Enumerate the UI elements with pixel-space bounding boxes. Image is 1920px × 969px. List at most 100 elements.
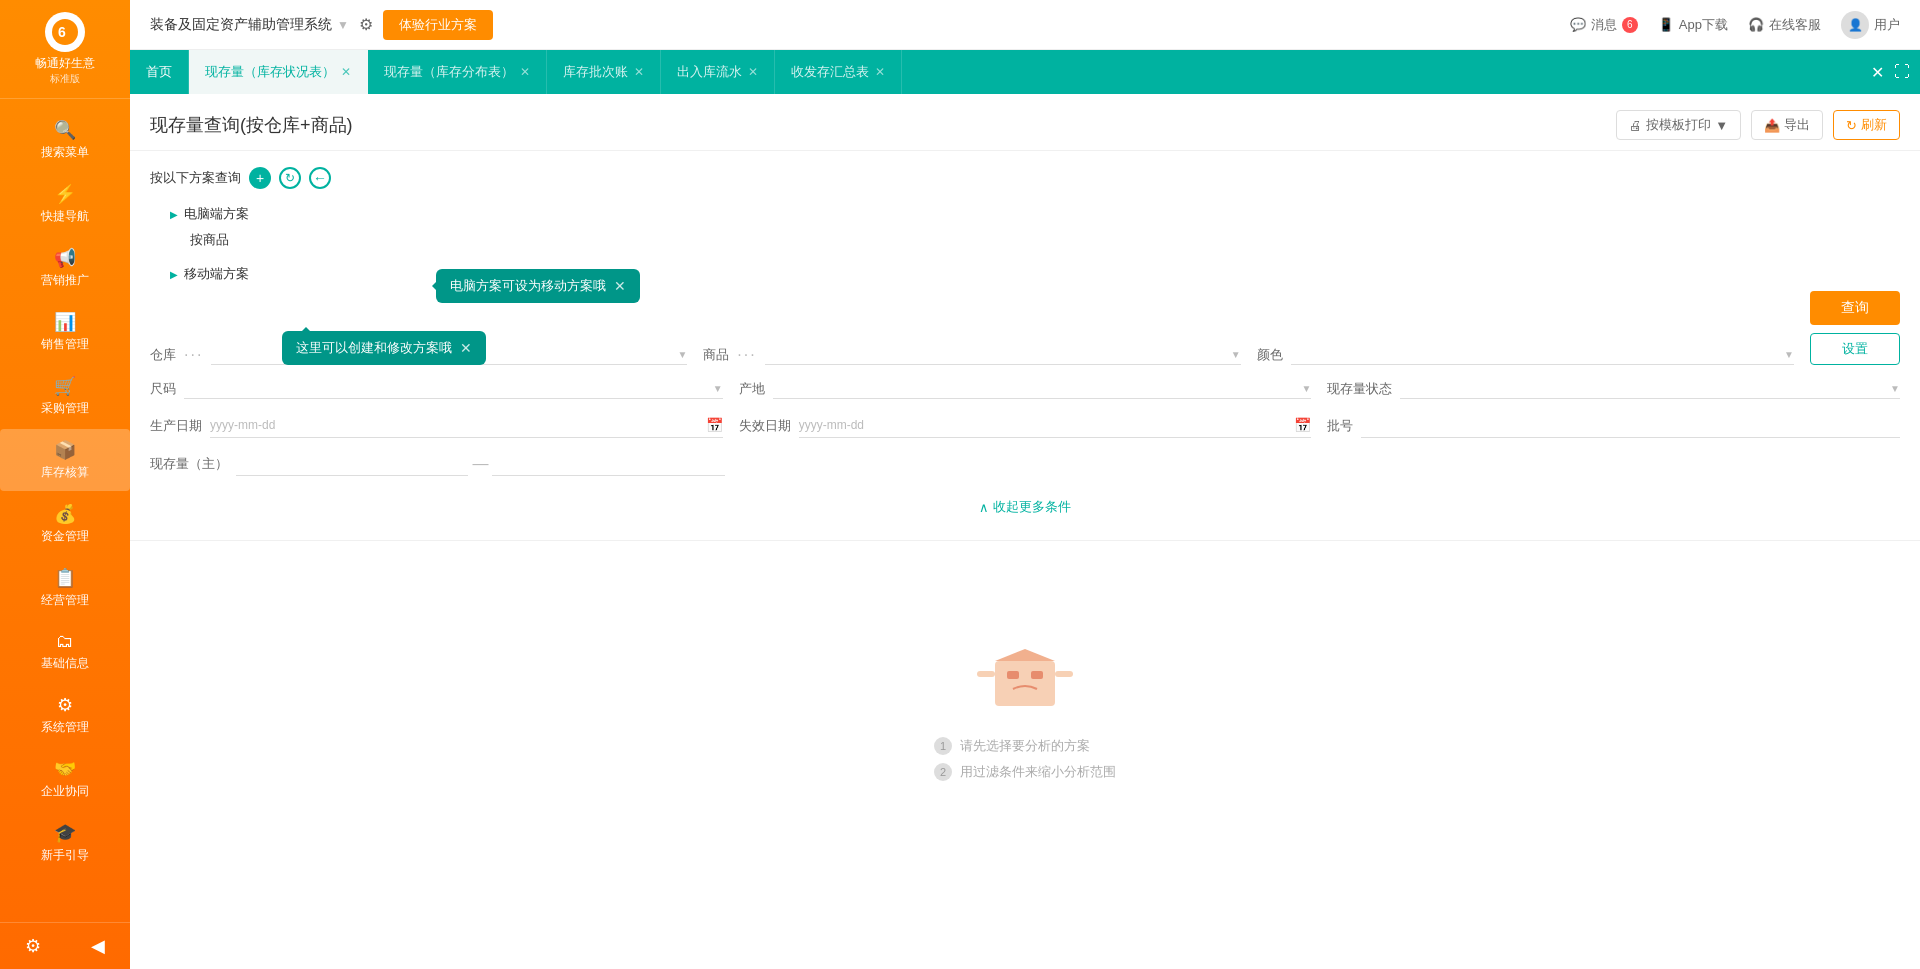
operations-icon: 📋 xyxy=(54,567,76,589)
tab-close-all-button[interactable]: ✕ xyxy=(1871,63,1884,82)
tab-close-icon[interactable]: ✕ xyxy=(341,65,351,79)
stock-status-dropdown-icon: ▼ xyxy=(1890,383,1900,394)
origin-select[interactable]: ▼ xyxy=(773,379,1312,399)
export-button[interactable]: 📤 导出 xyxy=(1751,110,1823,140)
search-button[interactable]: 查询 xyxy=(1810,291,1900,325)
tab-in-out-flow[interactable]: 出入库流水 ✕ xyxy=(661,50,775,94)
tab-inventory-status[interactable]: 现存量（库存状况表） ✕ xyxy=(189,50,368,94)
finance-icon: 💰 xyxy=(54,503,76,525)
user-menu-button[interactable]: 👤 用户 xyxy=(1841,11,1900,39)
collapse-label: 收起更多条件 xyxy=(993,498,1071,516)
inventory-icon: 📦 xyxy=(54,439,76,461)
product-select[interactable]: ▼ xyxy=(765,345,1241,365)
tab-inventory-dist[interactable]: 现存量（库存分布表） ✕ xyxy=(368,50,547,94)
filter-product: 商品 ··· ▼ xyxy=(703,345,1240,365)
filter-color: 颜色 ▼ xyxy=(1257,345,1794,365)
sidebar-item-sales[interactable]: 📊 销售管理 xyxy=(0,301,130,363)
desktop-scheme-item[interactable]: ▶ 电脑端方案 xyxy=(170,201,1900,227)
page-header: 现存量查询(按仓库+商品) 🖨 按模板打印 ▼ 📤 导出 ↻ 刷新 xyxy=(130,94,1920,151)
warehouse-dots: ··· xyxy=(184,346,203,364)
sidebar-item-enterprise[interactable]: 🤝 企业协同 xyxy=(0,748,130,810)
product-scheme-item[interactable]: 按商品 xyxy=(190,227,1900,253)
prod-date-input[interactable]: yyyy-mm-dd 📅 xyxy=(210,413,723,438)
template-print-button[interactable]: 🖨 按模板打印 ▼ xyxy=(1616,110,1741,140)
filter-back-button[interactable]: ← xyxy=(309,167,331,189)
product-scheme-label: 按商品 xyxy=(190,231,229,249)
system-title-dropdown[interactable]: 装备及固定资产辅助管理系统 ▼ xyxy=(150,16,349,34)
mobile-scheme-arrow-icon: ▶ xyxy=(170,269,178,280)
tooltip1-close-button[interactable]: ✕ xyxy=(614,278,626,294)
sidebar-item-operations[interactable]: 📋 经营管理 xyxy=(0,557,130,619)
sidebar-settings-button[interactable]: ⚙ xyxy=(25,935,41,957)
online-service-label: 在线客服 xyxy=(1769,16,1821,34)
refresh-button[interactable]: ↻ 刷新 xyxy=(1833,110,1900,140)
sidebar-item-marketing[interactable]: 📢 营销推广 xyxy=(0,237,130,299)
filter-batch-no: 批号 xyxy=(1327,414,1900,438)
tab-close-icon[interactable]: ✕ xyxy=(748,65,758,79)
app-name: 畅通好生意 xyxy=(35,56,95,72)
sidebar-item-basic-info[interactable]: 🗂 基础信息 xyxy=(0,621,130,682)
gear-settings-icon[interactable]: ⚙ xyxy=(359,15,373,34)
tab-shipment-summary[interactable]: 收发存汇总表 ✕ xyxy=(775,50,902,94)
stock-qty-label: 现存量（主） xyxy=(150,455,228,473)
empty-illustration xyxy=(965,621,1085,721)
message-button[interactable]: 💬 消息 6 xyxy=(1570,16,1638,34)
app-logo-icon: 6 xyxy=(45,12,85,52)
header-left: 装备及固定资产辅助管理系统 ▼ ⚙ 体验行业方案 xyxy=(150,10,493,40)
headset-icon: 🎧 xyxy=(1748,17,1764,32)
empty-step-2: 2 用过滤条件来缩小分析范围 xyxy=(934,763,1116,781)
tab-batch-ledger[interactable]: 库存批次账 ✕ xyxy=(547,50,661,94)
warehouse-dropdown-icon: ▼ xyxy=(677,349,687,360)
filter-section: 按以下方案查询 + ↻ ← ▶ 电脑端方案 按商品 xyxy=(130,151,1920,540)
filter-refresh-button[interactable]: ↻ xyxy=(279,167,301,189)
setting-button[interactable]: 设置 xyxy=(1810,333,1900,365)
filter-header-label: 按以下方案查询 xyxy=(150,169,241,187)
stock-status-label: 现存量状态 xyxy=(1327,380,1392,398)
sidebar-item-label: 销售管理 xyxy=(41,336,89,353)
trial-button[interactable]: 体验行业方案 xyxy=(383,10,493,40)
sidebar-item-label: 资金管理 xyxy=(41,528,89,545)
online-service-button[interactable]: 🎧 在线客服 xyxy=(1748,16,1821,34)
sidebar-collapse-button[interactable]: ◀ xyxy=(91,935,105,957)
sidebar-item-quick-nav[interactable]: ⚡ 快捷导航 xyxy=(0,173,130,235)
tab-close-icon[interactable]: ✕ xyxy=(875,65,885,79)
filter-expiry-date: 失效日期 yyyy-mm-dd 📅 xyxy=(739,413,1312,438)
color-select[interactable]: ▼ xyxy=(1291,345,1794,365)
svg-text:6: 6 xyxy=(58,24,66,40)
tab-home[interactable]: 首页 xyxy=(130,50,189,94)
sidebar-item-newbie[interactable]: 🎓 新手引导 xyxy=(0,812,130,874)
size-select[interactable]: ▼ xyxy=(184,379,723,399)
batch-no-input[interactable] xyxy=(1361,414,1900,438)
collapse-more-button[interactable]: ∧ 收起更多条件 xyxy=(150,490,1900,524)
empty-steps: 1 请先选择要分析的方案 2 用过滤条件来缩小分析范围 xyxy=(934,737,1116,789)
sidebar-item-purchase[interactable]: 🛒 采购管理 xyxy=(0,365,130,427)
stock-qty-min-input[interactable] xyxy=(236,452,468,476)
sidebar-item-search-menu[interactable]: 🔍 搜索菜单 xyxy=(0,109,130,171)
user-avatar: 👤 xyxy=(1841,11,1869,39)
sidebar-item-label: 新手引导 xyxy=(41,847,89,864)
page-container: 现存量查询(按仓库+商品) 🖨 按模板打印 ▼ 📤 导出 ↻ 刷新 xyxy=(130,94,1920,969)
step-2-text: 用过滤条件来缩小分析范围 xyxy=(960,763,1116,781)
sidebar-item-label: 库存核算 xyxy=(41,464,89,481)
tab-close-icon[interactable]: ✕ xyxy=(520,65,530,79)
tab-inventory-dist-label: 现存量（库存分布表） xyxy=(384,63,514,81)
tab-expand-button[interactable]: ⛶ xyxy=(1894,63,1910,81)
sidebar-item-system[interactable]: ⚙ 系统管理 xyxy=(0,684,130,746)
filter-row-4: 现存量（主） — xyxy=(150,452,1900,476)
filter-size: 尺码 ▼ xyxy=(150,379,723,399)
tab-inventory-status-label: 现存量（库存状况表） xyxy=(205,63,335,81)
sidebar-logo: 6 畅通好生意 标准版 xyxy=(0,0,130,99)
tab-batch-ledger-label: 库存批次账 xyxy=(563,63,628,81)
tooltip2-close-button[interactable]: ✕ xyxy=(460,340,472,356)
sidebar-item-inventory[interactable]: 📦 库存核算 xyxy=(0,429,130,491)
expiry-date-input[interactable]: yyyy-mm-dd 📅 xyxy=(799,413,1312,438)
tab-close-icon[interactable]: ✕ xyxy=(634,65,644,79)
desktop-sub-item[interactable]: 按商品 xyxy=(190,227,1900,253)
step-1-text: 请先选择要分析的方案 xyxy=(960,737,1090,755)
size-dropdown-icon: ▼ xyxy=(713,383,723,394)
filter-add-button[interactable]: + xyxy=(249,167,271,189)
sidebar-item-finance[interactable]: 💰 资金管理 xyxy=(0,493,130,555)
stock-status-select[interactable]: ▼ xyxy=(1400,379,1900,399)
app-download-button[interactable]: 📱 App下载 xyxy=(1658,16,1728,34)
stock-qty-max-input[interactable] xyxy=(492,452,724,476)
